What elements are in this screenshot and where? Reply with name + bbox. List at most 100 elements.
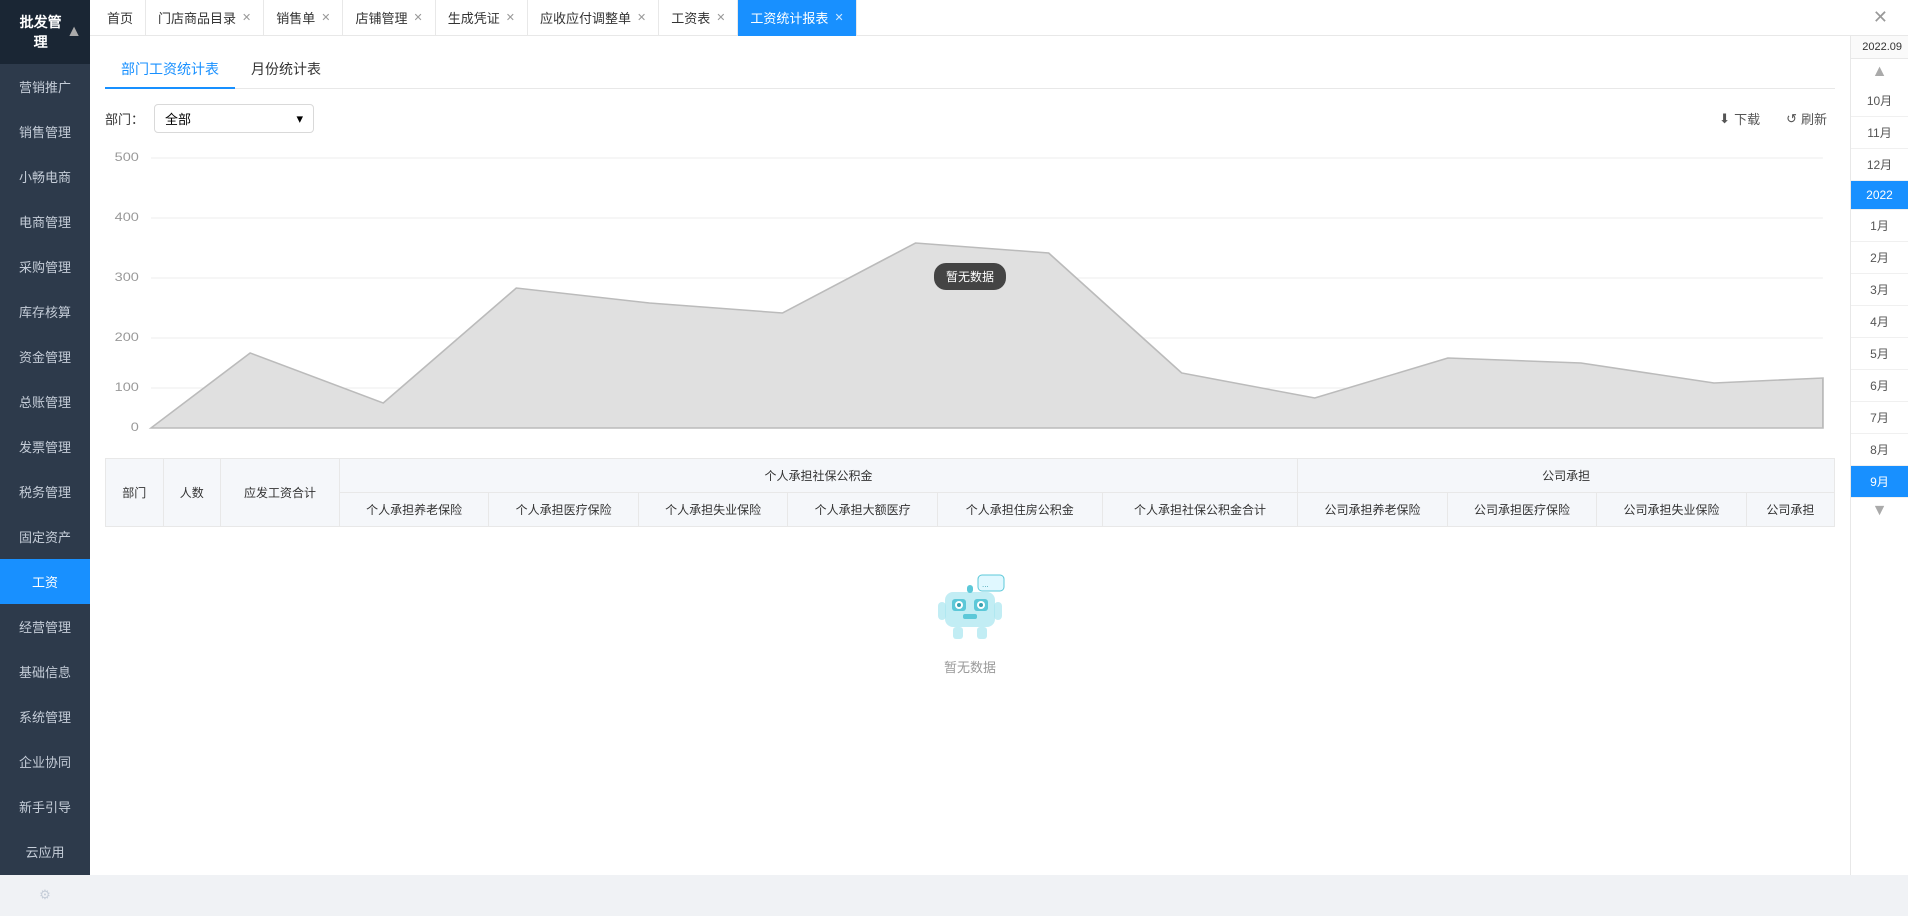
sidebar-item-12[interactable]: 经营管理 xyxy=(0,604,90,649)
dept-label: 部门： xyxy=(105,109,144,128)
tab-close-7[interactable]: ✕ xyxy=(834,11,843,24)
sidebar-item-10[interactable]: 固定资产 xyxy=(0,514,90,559)
th-count: 人数 xyxy=(163,459,221,527)
sidebar-title[interactable]: 批发管理 ▲ xyxy=(0,0,90,64)
download-icon: ⬇ xyxy=(1719,111,1730,127)
tab-close-6[interactable]: ✕ xyxy=(716,11,725,24)
th-company-pension: 公司承担养老保险 xyxy=(1298,493,1448,527)
sidebar: 批发管理 ▲ 营销推广销售管理小畅电商电商管理采购管理库存核算资金管理总账管理发… xyxy=(0,0,90,875)
sidebar-item-13[interactable]: 基础信息 xyxy=(0,649,90,694)
download-label: 下载 xyxy=(1734,109,1760,128)
sidebar-collapse-icon[interactable]: ▲ xyxy=(66,23,82,41)
tab-close-4[interactable]: ✕ xyxy=(506,11,515,24)
empty-row: ... 暂无数据 xyxy=(106,527,1835,717)
tab-item-0[interactable]: 首页 xyxy=(95,0,146,36)
cal-month-3[interactable]: 3月 xyxy=(1851,274,1908,306)
tab-item-2[interactable]: 销售单✕ xyxy=(264,0,343,36)
sidebar-item-7[interactable]: 总账管理 xyxy=(0,379,90,424)
tab-item-4[interactable]: 生成凭证✕ xyxy=(436,0,528,36)
tab-label-7: 工资统计报表 xyxy=(750,8,828,27)
sidebar-item-4[interactable]: 采购管理 xyxy=(0,244,90,289)
content-area: 部门工资统计表 月份统计表 部门： 全部 ▾ ⬇ 下载 xyxy=(90,36,1908,875)
cal-month-4[interactable]: 4月 xyxy=(1851,306,1908,338)
calendar-up-nav[interactable]: ▲ xyxy=(1851,59,1908,85)
download-button[interactable]: ⬇ 下载 xyxy=(1711,105,1768,132)
sidebar-items: 营销推广销售管理小畅电商电商管理采购管理库存核算资金管理总账管理发票管理税务管理… xyxy=(0,64,90,874)
cal-month-5[interactable]: 5月 xyxy=(1851,338,1908,370)
sub-tab-dept[interactable]: 部门工资统计表 xyxy=(105,51,235,89)
cal-month-9[interactable]: 9月 xyxy=(1851,466,1908,498)
tab-close-2[interactable]: ✕ xyxy=(321,11,330,24)
sidebar-settings[interactable]: ⚙ xyxy=(0,874,90,916)
tab-label-6: 工资表 xyxy=(671,8,710,27)
toolbar-left: 部门： 全部 ▾ xyxy=(105,104,314,133)
th-personal-unemploy: 个人承担失业保险 xyxy=(638,493,788,527)
empty-text: 暂无数据 xyxy=(944,657,996,676)
sub-tabs: 部门工资统计表 月份统计表 xyxy=(105,51,1835,89)
th-personal-group: 个人承担社保公积金 xyxy=(339,459,1297,493)
tab-item-1[interactable]: 门店商品目录 ✕ xyxy=(146,0,264,36)
th-company-medical: 公司承担医疗保险 xyxy=(1447,493,1597,527)
tab-bar: 首页门店商品目录✕销售单✕店铺管理✕生成凭证✕应收应付调整单✕工资表✕工资统计报… xyxy=(90,0,1908,36)
dept-select-value: 全部 xyxy=(165,109,191,128)
tab-bar-right: ✕ xyxy=(1868,5,1903,30)
table-wrapper: 部门 人数 应发工资合计 个人承担社保公积金 公司承担 个人承担养老保险 个人承… xyxy=(105,458,1835,716)
sidebar-item-17[interactable]: 云应用 xyxy=(0,829,90,874)
cal-month-11[interactable]: 11月 xyxy=(1851,117,1908,149)
dept-select[interactable]: 全部 ▾ xyxy=(154,104,314,133)
cal-month-7[interactable]: 7月 xyxy=(1851,402,1908,434)
close-all-button[interactable]: ✕ xyxy=(1868,5,1893,30)
tab-label-1: 门店商品目录 xyxy=(158,8,236,27)
svg-text:300: 300 xyxy=(115,270,139,284)
sidebar-item-15[interactable]: 企业协同 xyxy=(0,739,90,784)
sidebar-item-2[interactable]: 小畅电商 xyxy=(0,154,90,199)
tab-close-5[interactable]: ✕ xyxy=(637,11,646,24)
sidebar-item-6[interactable]: 资金管理 xyxy=(0,334,90,379)
tab-item-6[interactable]: 工资表 ✕ xyxy=(659,0,738,36)
refresh-icon: ↺ xyxy=(1786,111,1797,127)
sidebar-item-14[interactable]: 系统管理 xyxy=(0,694,90,739)
tab-item-5[interactable]: 应收应付调整单 ✕ xyxy=(528,0,659,36)
empty-state: ... 暂无数据 xyxy=(106,527,1835,716)
cal-month-12[interactable]: 12月 xyxy=(1851,149,1908,181)
sidebar-title-label: 批发管理 xyxy=(15,12,66,52)
tab-label-5: 应收应付调整单 xyxy=(540,8,631,27)
sidebar-item-16[interactable]: 新手引导 xyxy=(0,784,90,829)
th-total-wage: 应发工资合计 xyxy=(221,459,340,527)
calendar-down-nav[interactable]: ▼ xyxy=(1851,498,1908,524)
svg-text:500: 500 xyxy=(115,150,139,164)
main-area: 首页门店商品目录✕销售单✕店铺管理✕生成凭证✕应收应付调整单✕工资表✕工资统计报… xyxy=(90,0,1908,875)
sidebar-item-5[interactable]: 库存核算 xyxy=(0,289,90,334)
refresh-button[interactable]: ↺ 刷新 xyxy=(1778,105,1835,132)
cal-month-10[interactable]: 10月 xyxy=(1851,85,1908,117)
cal-month-2[interactable]: 2月 xyxy=(1851,242,1908,274)
toolbar-row: 部门： 全部 ▾ ⬇ 下载 ↺ 刷新 xyxy=(105,104,1835,133)
th-company-more: 公司承担 xyxy=(1746,493,1834,527)
th-personal-housing: 个人承担住房公积金 xyxy=(937,493,1102,527)
refresh-label: 刷新 xyxy=(1801,109,1827,128)
calendar-panel: 2022.09 ▲ 10月 11月 12月 2022 1月 2月 3月 4月 5… xyxy=(1850,36,1908,875)
cal-month-8[interactable]: 8月 xyxy=(1851,434,1908,466)
toolbar-right: ⬇ 下载 ↺ 刷新 xyxy=(1711,105,1835,132)
sidebar-item-0[interactable]: 营销推广 xyxy=(0,64,90,109)
cal-month-6[interactable]: 6月 xyxy=(1851,370,1908,402)
tab-item-7[interactable]: 工资统计报表 ✕ xyxy=(738,0,856,36)
sidebar-item-3[interactable]: 电商管理 xyxy=(0,199,90,244)
tab-close-1[interactable]: ✕ xyxy=(242,11,251,24)
sidebar-item-8[interactable]: 发票管理 xyxy=(0,424,90,469)
th-personal-total: 个人承担社保公积金合计 xyxy=(1102,493,1298,527)
sub-tab-month[interactable]: 月份统计表 xyxy=(235,51,337,89)
th-company-group: 公司承担 xyxy=(1298,459,1835,493)
tab-label-0: 首页 xyxy=(107,8,133,27)
sidebar-item-11[interactable]: 工资 xyxy=(0,559,90,604)
svg-text:...: ... xyxy=(982,580,989,589)
cal-year-2022[interactable]: 2022 xyxy=(1851,181,1908,210)
calendar-year-label: 2022.09 xyxy=(1851,36,1908,59)
tab-item-3[interactable]: 店铺管理✕ xyxy=(343,0,435,36)
sidebar-item-1[interactable]: 销售管理 xyxy=(0,109,90,154)
svg-text:200: 200 xyxy=(115,330,139,344)
cal-month-1[interactable]: 1月 xyxy=(1851,210,1908,242)
page-content: 部门工资统计表 月份统计表 部门： 全部 ▾ ⬇ 下载 xyxy=(90,36,1850,875)
sidebar-item-9[interactable]: 税务管理 xyxy=(0,469,90,514)
tab-close-3[interactable]: ✕ xyxy=(414,11,423,24)
